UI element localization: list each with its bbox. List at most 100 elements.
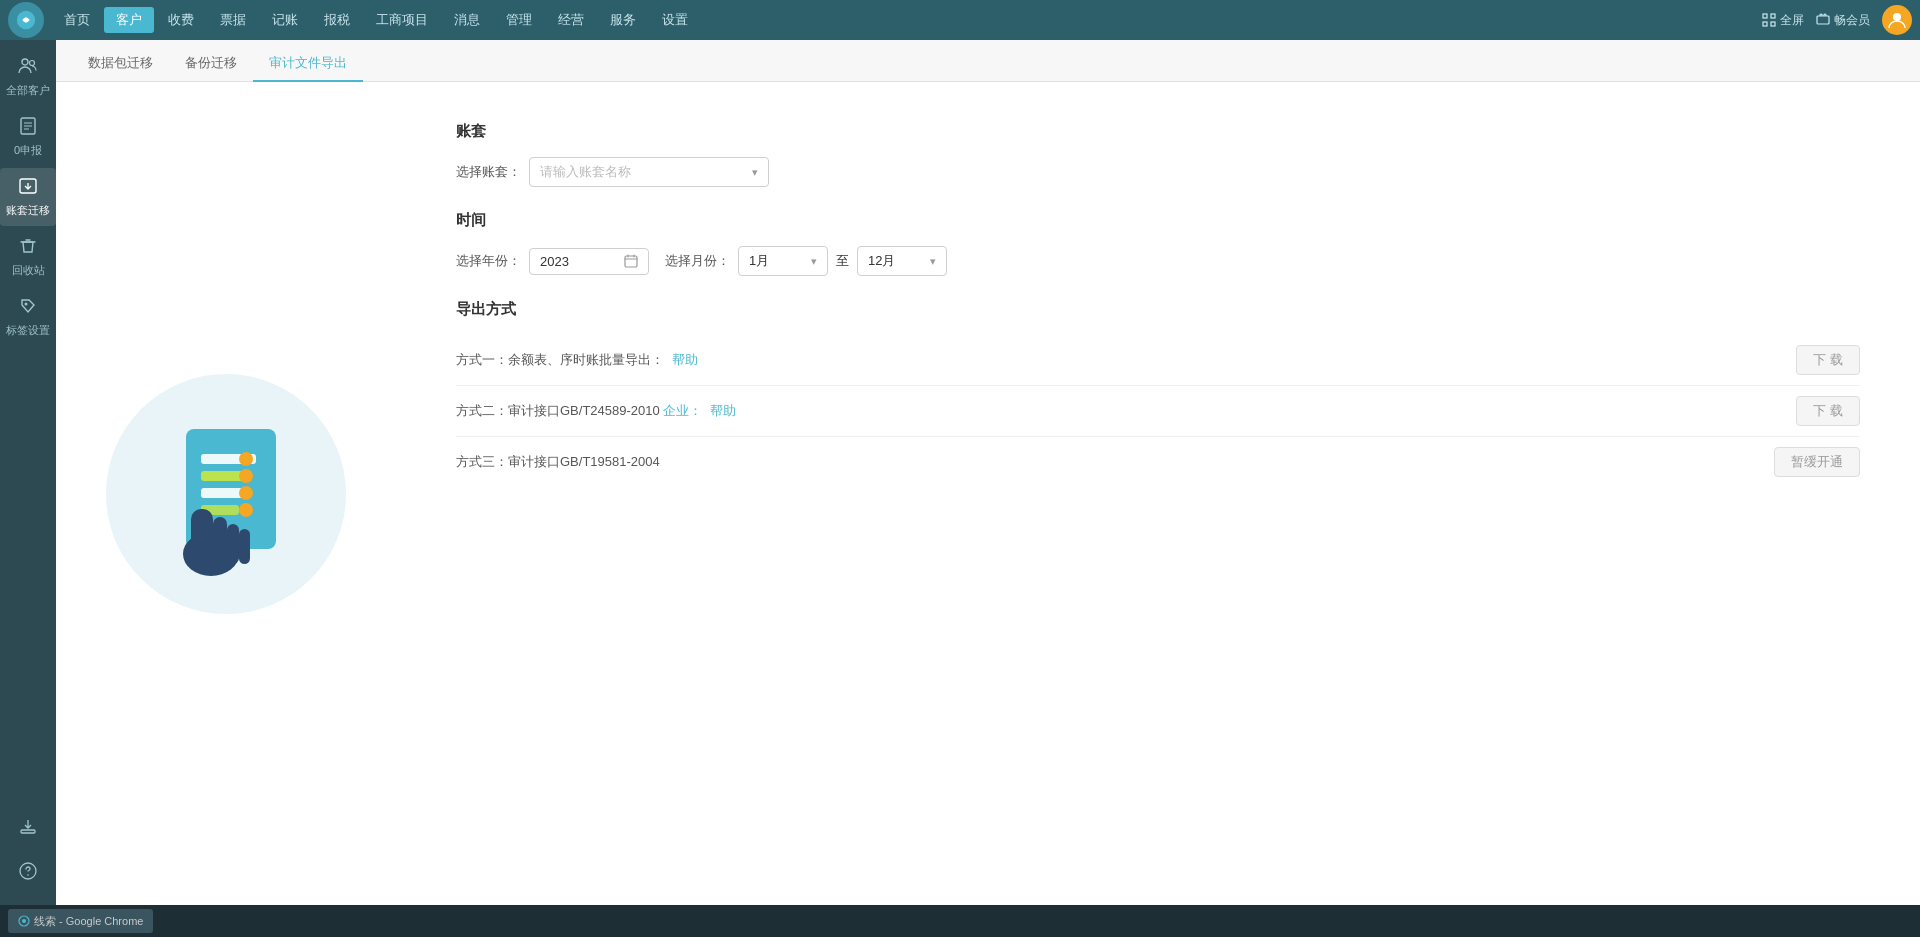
avatar[interactable]	[1882, 5, 1912, 35]
export-section-title: 导出方式	[456, 300, 1860, 319]
svg-rect-2	[1771, 14, 1775, 18]
year-input[interactable]: 2023	[529, 248, 649, 275]
export-method-1-row: 方式一：余额表、序时账批量导出： 帮助 下 载	[456, 335, 1860, 386]
time-separator: 至	[836, 252, 849, 270]
sidebar: 全部客户 0申报 账套迁移 回收站 标签设置	[0, 40, 56, 905]
top-nav: 首页 客户 收费 票据 记账 报税 工商项目 消息 管理 经营 服务 设置 全屏…	[0, 0, 1920, 40]
nav-invoice[interactable]: 票据	[208, 7, 258, 33]
nav-fee[interactable]: 收费	[156, 7, 206, 33]
month-end-select[interactable]: 12月 ▾	[857, 246, 947, 276]
sidebar-item-label-settings[interactable]: 标签设置	[0, 288, 56, 346]
sidebar-all-customers-label: 全部客户	[6, 83, 50, 98]
svg-rect-28	[239, 529, 250, 564]
month-start-value: 1月	[749, 252, 807, 270]
member-label: 畅会员	[1834, 12, 1870, 29]
sidebar-bottom	[14, 809, 42, 905]
nav-operation[interactable]: 经营	[546, 7, 596, 33]
taskbar: 线索 - Google Chrome	[0, 905, 1920, 937]
account-select[interactable]: 请输入账套名称 ▾	[529, 157, 769, 187]
nav-service[interactable]: 服务	[598, 7, 648, 33]
fullscreen-button[interactable]: 全屏	[1762, 12, 1804, 29]
customers-icon	[18, 56, 38, 81]
sidebar-recycle-label: 回收站	[12, 263, 45, 278]
svg-rect-29	[625, 256, 637, 267]
account-section-title: 账套	[456, 122, 1860, 141]
nav-business[interactable]: 工商项目	[364, 7, 440, 33]
sidebar-label-settings-label: 标签设置	[6, 323, 50, 338]
nav-customer[interactable]: 客户	[104, 7, 154, 33]
nav-bookkeeping[interactable]: 记账	[260, 7, 310, 33]
illustration-area	[56, 82, 396, 905]
svg-rect-3	[1763, 22, 1767, 26]
export-method-2-help[interactable]: 帮助	[710, 403, 736, 418]
chevron-down-icon: ▾	[752, 166, 758, 179]
tab-audit-export[interactable]: 审计文件导出	[253, 46, 363, 82]
account-form-row: 选择账套： 请输入账套名称 ▾	[456, 157, 1860, 187]
svg-rect-26	[213, 517, 227, 565]
calendar-icon	[624, 254, 638, 268]
export-method-1-download-button[interactable]: 下 载	[1796, 345, 1860, 375]
month-select-label: 选择月份：	[665, 252, 730, 270]
svg-point-14	[27, 874, 29, 876]
tab-data-migration[interactable]: 数据包迁移	[72, 46, 169, 82]
month-end-arrow-icon: ▾	[930, 255, 936, 268]
logo	[8, 2, 44, 38]
sidebar-item-zero-declare[interactable]: 0申报	[0, 108, 56, 166]
year-value: 2023	[540, 254, 618, 269]
content-area: 数据包迁移 备份迁移 审计文件导出	[56, 40, 1920, 905]
top-nav-right: 全屏 畅会员	[1762, 5, 1912, 35]
member-button[interactable]: 畅会员	[1816, 12, 1870, 29]
export-method-2-row: 方式二：审计接口GB/T24589-2010 企业： 帮助 下 载	[456, 386, 1860, 437]
time-section-title: 时间	[456, 211, 1860, 230]
sidebar-help[interactable]	[14, 853, 42, 889]
nav-tax[interactable]: 报税	[312, 7, 362, 33]
export-method-3-row: 方式三：审计接口GB/T19581-2004 暂缓开通	[456, 437, 1860, 487]
svg-rect-1	[1763, 14, 1767, 18]
svg-rect-12	[21, 830, 35, 833]
export-method-1-label: 方式一：余额表、序时账批量导出： 帮助	[456, 351, 698, 369]
label-icon	[18, 296, 38, 321]
export-method-2-text: 方式二：审计接口GB/T24589-2010	[456, 403, 660, 418]
sidebar-download[interactable]	[14, 809, 42, 845]
svg-point-8	[30, 61, 35, 66]
sidebar-item-account-migration[interactable]: 账套迁移	[0, 168, 56, 226]
sidebar-zero-declare-label: 0申报	[14, 143, 42, 158]
account-select-label: 选择账套：	[456, 163, 521, 181]
page-content: 账套 选择账套： 请输入账套名称 ▾ 时间 选择年份： 2023	[56, 82, 1920, 905]
svg-rect-25	[191, 509, 213, 564]
svg-point-11	[25, 303, 28, 306]
nav-manage[interactable]: 管理	[494, 7, 544, 33]
nav-settings[interactable]: 设置	[650, 7, 700, 33]
export-method-3-label: 方式三：审计接口GB/T19581-2004	[456, 453, 660, 471]
sidebar-item-recycle[interactable]: 回收站	[0, 228, 56, 286]
export-method-2-label: 方式二：审计接口GB/T24589-2010 企业： 帮助	[456, 402, 736, 420]
declare-icon	[18, 116, 38, 141]
export-method-2-company: 企业：	[663, 403, 702, 418]
taskbar-chrome-item[interactable]: 线索 - Google Chrome	[8, 909, 153, 933]
year-select-label: 选择年份：	[456, 252, 521, 270]
month-start-arrow-icon: ▾	[811, 255, 817, 268]
svg-point-20	[239, 452, 253, 466]
export-method-2-download-button[interactable]: 下 载	[1796, 396, 1860, 426]
nav-message[interactable]: 消息	[442, 7, 492, 33]
svg-point-7	[22, 59, 28, 65]
tab-backup-migration[interactable]: 备份迁移	[169, 46, 253, 82]
time-form-row: 选择年份： 2023 选择月份： 1月 ▾ 至 12月 ▾	[456, 246, 1860, 276]
nav-items: 首页 客户 收费 票据 记账 报税 工商项目 消息 管理 经营 服务 设置	[52, 7, 1762, 33]
svg-point-6	[1893, 13, 1901, 21]
taskbar-chrome-label: 线索 - Google Chrome	[34, 914, 143, 929]
sidebar-item-all-customers[interactable]: 全部客户	[0, 48, 56, 106]
tab-bar: 数据包迁移 备份迁移 审计文件导出	[56, 40, 1920, 82]
recycle-icon	[18, 236, 38, 261]
nav-home[interactable]: 首页	[52, 7, 102, 33]
account-select-placeholder: 请输入账套名称	[540, 163, 748, 181]
svg-point-31	[22, 919, 26, 923]
illustration-circle	[106, 374, 346, 614]
svg-rect-5	[1817, 16, 1829, 24]
export-method-1-help[interactable]: 帮助	[672, 352, 698, 367]
main-layout: 全部客户 0申报 账套迁移 回收站 标签设置	[0, 40, 1920, 905]
sidebar-migration-label: 账套迁移	[6, 203, 50, 218]
export-method-1-text: 方式一：余额表、序时账批量导出：	[456, 352, 664, 367]
export-method-3-vip-button[interactable]: 暂缓开通	[1774, 447, 1860, 477]
month-start-select[interactable]: 1月 ▾	[738, 246, 828, 276]
